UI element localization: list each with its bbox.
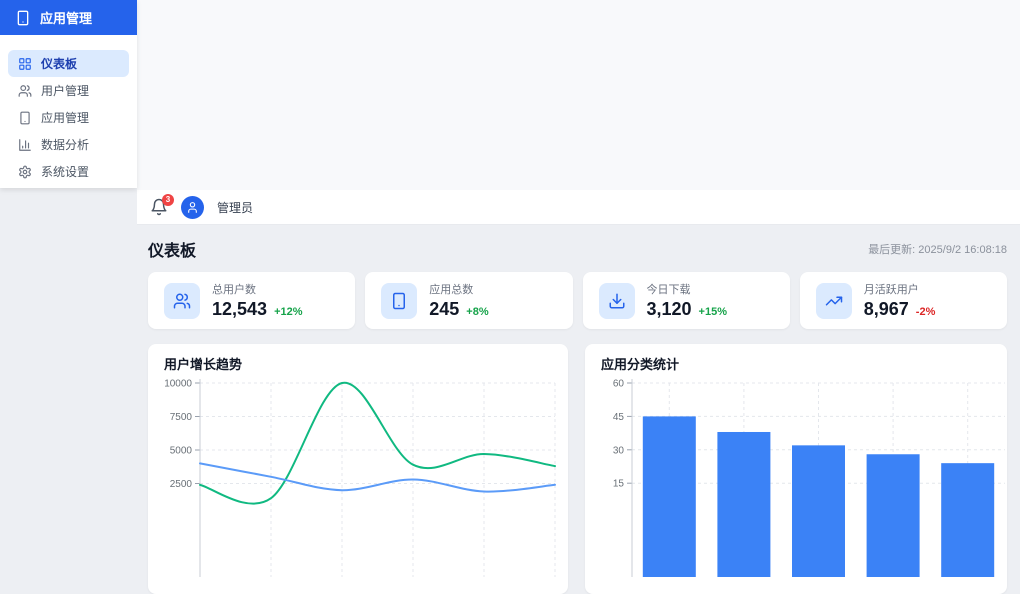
stat-card-downloads-today: 今日下载 3,120 +15% xyxy=(582,272,790,329)
svg-text:5000: 5000 xyxy=(170,446,193,457)
stat-delta: +8% xyxy=(466,306,489,318)
app-category-bar-chart: 15 30 45 60 xyxy=(613,379,1005,577)
last-updated: 最后更新: 2025/9/2 16:08:18 xyxy=(868,244,1007,256)
smartphone-icon xyxy=(381,282,418,319)
stat-value: 8,967 xyxy=(863,299,909,319)
gear-icon xyxy=(18,165,32,179)
svg-text:7500: 7500 xyxy=(170,412,193,423)
user-growth-line-chart: 2500 5000 7500 10000 xyxy=(164,379,556,577)
main-content: 仪表板 最后更新: 2025/9/2 16:08:18 总用户数 12,543 … xyxy=(137,225,1020,594)
sidebar-item-label: 用户管理 xyxy=(41,84,90,98)
smartphone-icon xyxy=(15,10,31,26)
users-icon xyxy=(18,84,32,98)
sidebar-item-users[interactable]: 用户管理 xyxy=(8,77,129,104)
stat-card-monthly-active-users: 月活跃用户 8,967 -2% xyxy=(799,272,1007,329)
sidebar-item-analytics[interactable]: 数据分析 xyxy=(8,131,129,158)
sidebar-item-label: 仪表板 xyxy=(41,57,78,71)
sidebar-item-dashboard[interactable]: 仪表板 xyxy=(8,50,129,77)
svg-text:2500: 2500 xyxy=(170,479,193,490)
chart-title: 应用分类统计 xyxy=(601,357,680,372)
user-growth-chart-card: 用户增长趋势 2500 5000 7500 10000 xyxy=(148,344,568,594)
users-icon xyxy=(164,282,200,319)
sidebar-item-settings[interactable]: 系统设置 xyxy=(8,158,129,185)
stat-delta: +12% xyxy=(274,306,303,318)
stat-delta: -2% xyxy=(915,306,936,318)
svg-text:10000: 10000 xyxy=(164,379,192,390)
sidebar: 应用管理 仪表板 用户管理 应用管理 数据分析 系统设置 xyxy=(0,0,137,188)
stat-label: 月活跃用户 xyxy=(863,284,919,296)
sidebar-item-label: 系统设置 xyxy=(41,165,90,179)
stat-label: 今日下载 xyxy=(646,284,691,296)
stat-label: 应用总数 xyxy=(429,284,474,296)
stat-value: 3,120 xyxy=(646,299,692,319)
user-avatar[interactable] xyxy=(181,195,204,219)
dashboard-grid-icon xyxy=(18,57,32,71)
svg-text:15: 15 xyxy=(613,479,625,490)
stat-label: 总用户数 xyxy=(212,284,256,296)
bar-chart-icon xyxy=(18,138,32,152)
notification-bell[interactable]: 3 xyxy=(150,194,174,216)
stat-value: 12,543 xyxy=(212,299,268,319)
stat-delta: +15% xyxy=(698,306,727,318)
sidebar-item-apps[interactable]: 应用管理 xyxy=(8,104,129,131)
svg-text:60: 60 xyxy=(613,379,625,390)
app-category-chart-card: 应用分类统计 15 30 45 60 xyxy=(585,344,1007,594)
stats-row: 总用户数 12,543 +12% 应用总数 245 +8% 今日下载 3,120… xyxy=(148,272,1007,329)
page-title: 仪表板 xyxy=(148,243,197,260)
chart-title: 用户增长趋势 xyxy=(164,357,243,372)
sidebar-nav: 仪表板 用户管理 应用管理 数据分析 系统设置 xyxy=(0,35,137,185)
notification-badge: 3 xyxy=(162,194,174,206)
stat-card-total-users: 总用户数 12,543 +12% xyxy=(148,272,356,329)
stat-value: 245 xyxy=(429,299,460,319)
trending-up-icon xyxy=(815,282,852,319)
sidebar-item-label: 应用管理 xyxy=(41,111,90,125)
empty-top-region xyxy=(137,0,1020,190)
app-title: 应用管理 xyxy=(40,11,93,26)
user-icon xyxy=(188,201,197,213)
app-logo-header: 应用管理 xyxy=(0,0,137,35)
svg-text:30: 30 xyxy=(613,445,625,456)
user-name: 管理员 xyxy=(217,200,254,215)
smartphone-icon xyxy=(18,111,32,125)
download-icon xyxy=(598,282,635,319)
header-bar: 3 管理员 xyxy=(137,190,1020,225)
stat-card-total-apps: 应用总数 245 +8% xyxy=(365,272,573,329)
svg-text:45: 45 xyxy=(613,412,625,423)
charts-row: 用户增长趋势 2500 5000 7500 10000 应用分类统计 15 30 45 60 xyxy=(148,344,1007,594)
sidebar-item-label: 数据分析 xyxy=(41,138,90,152)
